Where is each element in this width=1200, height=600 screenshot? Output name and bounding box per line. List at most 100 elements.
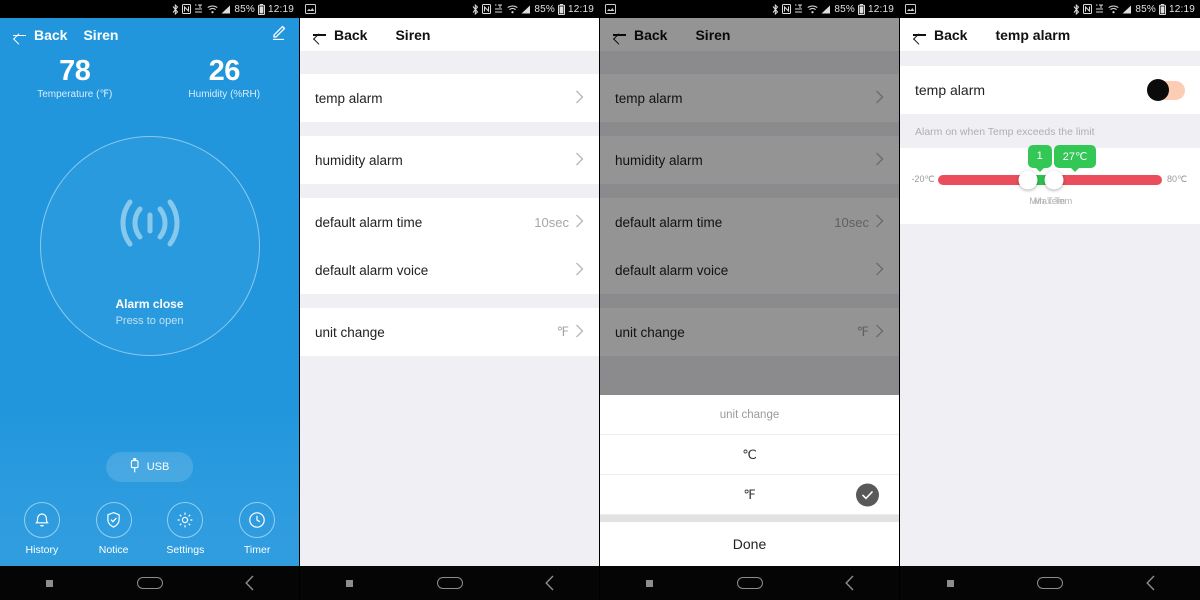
nav-recents-button[interactable] (600, 579, 700, 587)
list-item-temp-alarm[interactable]: temp alarm (300, 74, 599, 122)
nav-back-button[interactable] (1100, 574, 1200, 592)
list-item-label: unit change (315, 324, 385, 340)
nav-recents-button[interactable] (300, 579, 400, 587)
page-title: temp alarm (995, 26, 1071, 43)
nav-back-button[interactable] (499, 574, 599, 592)
lte-icon (494, 4, 504, 14)
back-button[interactable]: Back (12, 27, 67, 43)
screenshot-strip: 85% 12:19 Back Siren 78 Temperature (℉) … (0, 0, 1200, 600)
status-bar: 85% 12:19 (900, 0, 1200, 18)
temperature-range-slider[interactable]: -20℃ 1 27℃ 80℃ (900, 144, 1200, 189)
wifi-icon (507, 5, 518, 14)
done-button[interactable]: Done (600, 522, 899, 566)
nav-back-button[interactable] (799, 574, 899, 592)
temp-alarm-content: temp alarm Alarm on when Temp exceeds th… (900, 52, 1200, 566)
siren-toggle-button[interactable]: Alarm close Press to open (39, 136, 260, 356)
slider-bubble-max: 27℃ (1053, 144, 1097, 168)
recents-square-icon (646, 579, 654, 587)
list-gap (300, 184, 599, 198)
siren-status-text: Alarm close Press to open (41, 297, 259, 327)
list-gap (900, 52, 1200, 66)
wifi-icon (207, 5, 218, 14)
siren-state: Alarm close (115, 297, 184, 311)
slider-handle-max[interactable] (1044, 170, 1064, 189)
home-pill-icon (1037, 577, 1063, 589)
nav-recents-button[interactable] (0, 579, 100, 587)
temp-alarm-toggle-row[interactable]: temp alarm (900, 66, 1200, 114)
nav-home-button[interactable] (100, 577, 200, 589)
tab-settings[interactable]: Settings (150, 502, 222, 556)
siren-area: Alarm close Press to open USB History No… (0, 124, 299, 566)
temp-alarm-header: Back temp alarm (900, 18, 1200, 52)
nav-back-button[interactable] (199, 574, 299, 592)
bottom-tab-bar: History Notice Settings Timer (0, 502, 299, 556)
tab-history[interactable]: History (6, 502, 78, 556)
signal-icon (821, 5, 831, 14)
list-item-default-alarm-voice[interactable]: default alarm voice (300, 246, 599, 294)
signal-icon (221, 5, 231, 14)
clock-icon (239, 502, 276, 538)
list-item-humidity-alarm[interactable]: humidity alarm (300, 136, 599, 184)
tab-notice-label: Notice (98, 544, 129, 556)
slider-captions: Min Tem Max Tem (900, 196, 1200, 210)
arrow-left-icon (312, 27, 327, 42)
bell-icon (23, 502, 60, 538)
battery-percent: 85% (834, 3, 855, 15)
back-label: Back (934, 26, 968, 43)
temperature-label: Temperature (℉) (37, 89, 113, 101)
wifi-icon (807, 5, 818, 14)
photo-icon (305, 4, 316, 14)
tab-timer-label: Timer (243, 544, 271, 556)
nfc-icon (182, 4, 192, 14)
tab-timer[interactable]: Timer (221, 502, 293, 556)
temperature-reading: 78 Temperature (℉) (0, 56, 150, 124)
slider-max-label: 80℃ (1166, 174, 1188, 184)
pencil-icon[interactable] (270, 24, 287, 46)
slider-track[interactable]: 1 27℃ (938, 144, 1162, 189)
back-chevron-icon (1145, 575, 1155, 591)
nav-recents-button[interactable] (900, 579, 1000, 587)
list-item-unit-change[interactable]: unit change ℉ (300, 308, 599, 356)
option-celsius[interactable]: ℃ (600, 435, 899, 475)
arrow-left-icon (12, 28, 27, 43)
battery-percent: 85% (234, 3, 255, 15)
nav-home-button[interactable] (400, 577, 500, 589)
chevron-right-icon (575, 152, 584, 169)
humidity-label: Humidity (%RH) (188, 89, 261, 101)
home-pill-icon (436, 577, 463, 589)
clock-time: 12:19 (1168, 3, 1195, 15)
phone-screen-settings-list: 85% 12:19 Back Siren temp alarm humidity… (300, 0, 600, 600)
android-nav-bar (600, 566, 899, 600)
back-button[interactable]: Back (912, 27, 967, 43)
nav-home-button[interactable] (700, 577, 800, 589)
clock-time: 12:19 (267, 3, 294, 15)
slider-handle-min[interactable] (1018, 170, 1038, 189)
unit-picker-body: Back Siren temp alarm humidity alarm def… (600, 18, 899, 566)
chevron-right-icon (575, 262, 584, 279)
list-item-value: ℉ (556, 324, 569, 339)
battery-icon (257, 3, 265, 15)
home-pill-icon (136, 577, 163, 589)
tab-notice[interactable]: Notice (78, 502, 150, 556)
back-button[interactable]: Back (312, 27, 367, 43)
phone-screen-temp-alarm: 85% 12:19 Back temp alarm temp alarm Ala… (900, 0, 1200, 600)
android-nav-bar (0, 566, 299, 600)
page-title: Siren (83, 27, 119, 43)
chevron-right-icon (575, 90, 584, 107)
humidity-value: 26 (208, 55, 241, 87)
recents-square-icon (46, 579, 54, 587)
option-fahrenheit[interactable]: ℉ (600, 475, 899, 515)
temperature-range-card: -20℃ 1 27℃ 80℃ Min Tem Max Tem (900, 144, 1200, 224)
signal-icon (521, 5, 531, 14)
settings-list: temp alarm humidity alarm default alarm … (300, 52, 599, 566)
wifi-icon (1108, 5, 1119, 14)
temp-alarm-toggle[interactable] (1147, 79, 1185, 101)
nav-home-button[interactable] (1000, 577, 1100, 589)
status-bar-left (905, 4, 916, 14)
battery-icon (857, 3, 865, 15)
status-bar-right: 85% 12:19 (772, 3, 894, 15)
slider-min-label: -20℃ (911, 174, 935, 184)
humidity-reading: 26 Humidity (%RH) (150, 56, 300, 124)
list-item-default-alarm-time[interactable]: default alarm time 10sec (300, 198, 599, 246)
option-label: ℉ (743, 486, 756, 502)
